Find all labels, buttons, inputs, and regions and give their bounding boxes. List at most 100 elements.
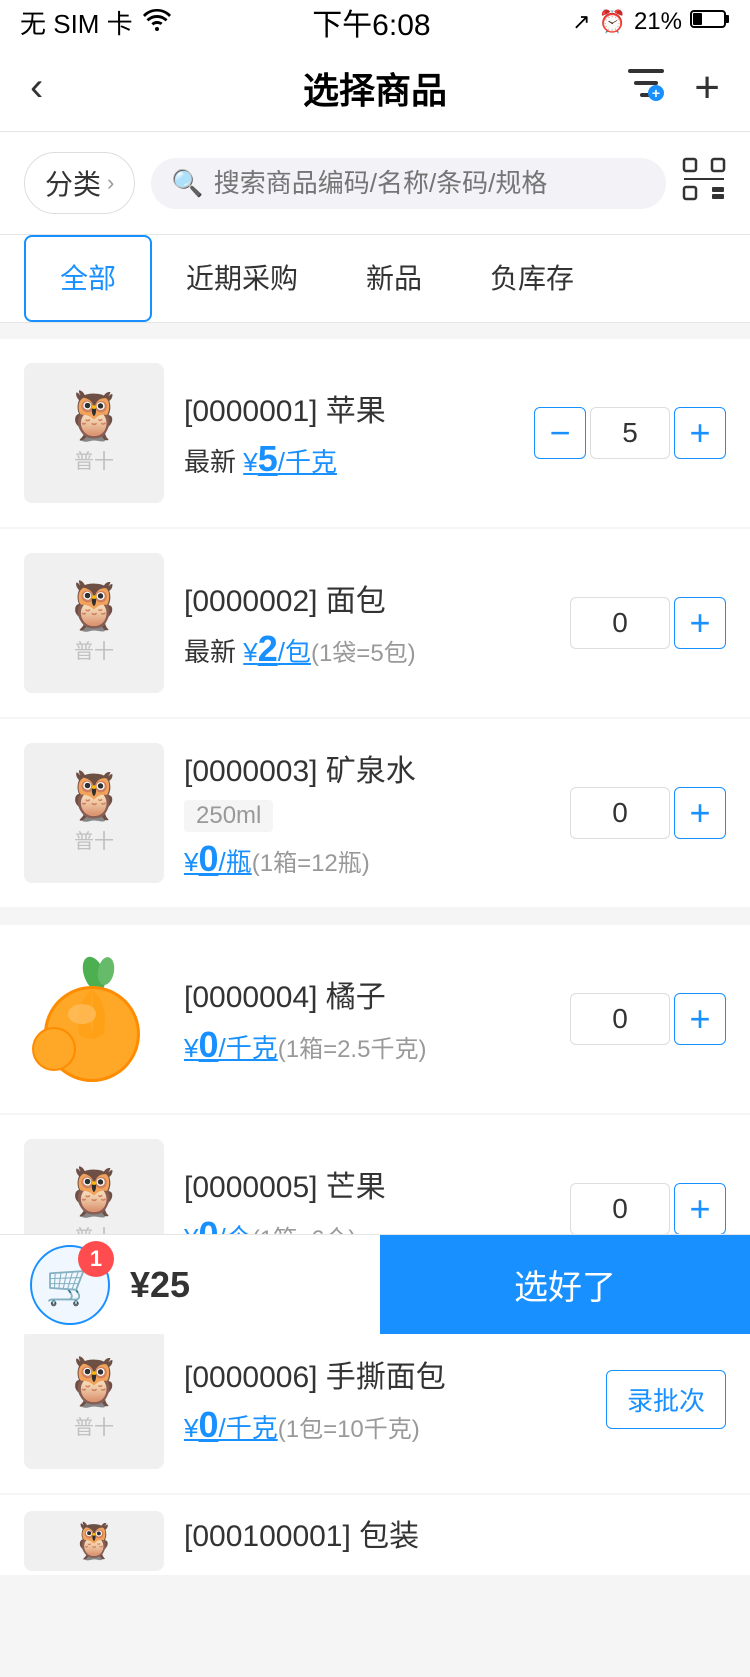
increase-button[interactable]: + bbox=[674, 597, 726, 649]
quantity-input[interactable] bbox=[570, 993, 670, 1045]
tab-negative-stock[interactable]: 负库存 bbox=[456, 235, 608, 322]
cart-badge: 1 bbox=[78, 1241, 114, 1277]
qty-control: − + bbox=[534, 407, 726, 459]
separator bbox=[0, 323, 750, 339]
product-info: [0000001] 苹果 最新 ¥5/千克 bbox=[184, 386, 514, 480]
filter-tabs: 全部 近期采购 新品 负库存 bbox=[0, 235, 750, 323]
owl-icon: 🦉 bbox=[64, 773, 124, 821]
product-info: [0000006] 手撕面包 ¥0/千克(1包=10千克) bbox=[184, 1352, 586, 1446]
tab-all[interactable]: 全部 bbox=[24, 235, 152, 322]
product-name: [0000001] 苹果 bbox=[184, 386, 514, 430]
list-item: 🦉 普十 [0000002] 面包 最新 ¥2/包(1袋=5包) + bbox=[0, 529, 750, 717]
nav-actions: + + bbox=[626, 63, 720, 113]
product-image: 🦉 普十 bbox=[24, 743, 164, 883]
status-right: ↗ ⏰ 21% bbox=[572, 8, 730, 37]
qty-control: + bbox=[570, 993, 726, 1045]
back-button[interactable]: ‹ bbox=[30, 65, 43, 110]
owl-icon: 🦉 bbox=[72, 1523, 117, 1559]
increase-button[interactable]: + bbox=[674, 407, 726, 459]
status-bar: 无 SIM 卡 下午6:08 ↗ ⏰ 21% bbox=[0, 0, 750, 44]
page-title: 选择商品 bbox=[303, 62, 447, 114]
product-name: [000100001] 包装 bbox=[184, 1511, 726, 1555]
nav-bar: ‹ 选择商品 + + bbox=[0, 44, 750, 132]
product-info: [0000004] 橘子 ¥0/千克(1箱=2.5千克) bbox=[184, 972, 550, 1066]
confirm-button[interactable]: 选好了 bbox=[380, 1235, 750, 1334]
product-info: [0000003] 矿泉水 250ml ¥0/瓶(1箱=12瓶) bbox=[184, 746, 550, 880]
tab-new[interactable]: 新品 bbox=[332, 235, 456, 322]
list-item: [0000004] 橘子 ¥0/千克(1箱=2.5千克) + bbox=[0, 925, 750, 1113]
cart-area: 🛒 1 ¥25 bbox=[0, 1245, 380, 1325]
battery-icon bbox=[690, 8, 730, 37]
placeholder-image: 🦉 bbox=[24, 1511, 164, 1571]
increase-button[interactable]: + bbox=[674, 993, 726, 1045]
wifi-icon bbox=[143, 7, 171, 38]
location-icon: ↗ bbox=[572, 9, 590, 35]
product-name: [0000003] 矿泉水 bbox=[184, 746, 550, 790]
search-input-wrap[interactable]: 🔍 bbox=[151, 158, 666, 209]
filter-icon[interactable]: + bbox=[626, 65, 666, 110]
status-left: 无 SIM 卡 bbox=[20, 4, 171, 41]
bottom-spacer bbox=[0, 1577, 750, 1677]
placeholder-image: 🦉 普十 bbox=[24, 1329, 164, 1469]
list-item: 🦉 [000100001] 包装 bbox=[0, 1495, 750, 1575]
product-list: 🦉 普十 [0000001] 苹果 最新 ¥5/千克 − + 🦉 普十 bbox=[0, 339, 750, 1575]
status-time: 下午6:08 bbox=[312, 0, 430, 44]
product-price: ¥0/千克(1箱=2.5千克) bbox=[184, 1024, 550, 1066]
increase-button[interactable]: + bbox=[674, 1183, 726, 1235]
decrease-button[interactable]: − bbox=[534, 407, 586, 459]
product-name: [0000006] 手撕面包 bbox=[184, 1352, 586, 1396]
quantity-input[interactable] bbox=[590, 407, 670, 459]
product-name: [0000005] 芒果 bbox=[184, 1162, 550, 1206]
product-price: 最新 ¥2/包(1袋=5包) bbox=[184, 628, 550, 670]
battery-label: 21% bbox=[634, 8, 682, 36]
placeholder-image: 🦉 普十 bbox=[24, 553, 164, 693]
qty-control: + bbox=[570, 597, 726, 649]
product-image: 🦉 普十 bbox=[24, 553, 164, 693]
qty-control: + bbox=[570, 1183, 726, 1235]
confirm-label: 选好了 bbox=[514, 1260, 616, 1309]
bottom-bar: 🛒 1 ¥25 选好了 bbox=[0, 1234, 750, 1334]
search-bar: 分类 › 🔍 bbox=[0, 132, 750, 235]
cart-total: ¥25 bbox=[130, 1264, 190, 1306]
placeholder-image: 🦉 普十 bbox=[24, 743, 164, 883]
increase-button[interactable]: + bbox=[674, 787, 726, 839]
product-name: [0000002] 面包 bbox=[184, 576, 550, 620]
placeholder-image: 🦉 普十 bbox=[24, 363, 164, 503]
product-info: [000100001] 包装 bbox=[184, 1511, 726, 1563]
quantity-input[interactable] bbox=[570, 1183, 670, 1235]
svg-text:+: + bbox=[652, 85, 660, 101]
product-image: 🦉 bbox=[24, 1511, 164, 1571]
cart-button[interactable]: 🛒 1 bbox=[30, 1245, 110, 1325]
product-price: ¥0/千克(1包=10千克) bbox=[184, 1404, 586, 1446]
owl-icon: 🦉 bbox=[64, 583, 124, 631]
category-button[interactable]: 分类 › bbox=[24, 152, 135, 214]
product-image: 🦉 普十 bbox=[24, 1329, 164, 1469]
chevron-right-icon: › bbox=[107, 170, 114, 196]
search-input[interactable] bbox=[214, 168, 646, 199]
product-spec: 250ml bbox=[184, 800, 273, 832]
scan-icon[interactable] bbox=[682, 157, 726, 210]
owl-icon: 🦉 bbox=[64, 1169, 124, 1217]
product-price: ¥0/瓶(1箱=12瓶) bbox=[184, 838, 550, 880]
product-name: [0000004] 橘子 bbox=[184, 972, 550, 1016]
product-info: [0000002] 面包 最新 ¥2/包(1袋=5包) bbox=[184, 576, 550, 670]
product-image: 🦉 普十 bbox=[24, 363, 164, 503]
qty-control: 录批次 bbox=[606, 1370, 726, 1429]
alarm-icon: ⏰ bbox=[599, 9, 626, 35]
carrier-label: 无 SIM 卡 bbox=[20, 4, 133, 41]
tab-recent[interactable]: 近期采购 bbox=[152, 235, 332, 322]
list-item: 🦉 普十 [0000003] 矿泉水 250ml ¥0/瓶(1箱=12瓶) + bbox=[0, 719, 750, 907]
qty-control: + bbox=[570, 787, 726, 839]
owl-icon: 🦉 bbox=[64, 393, 124, 441]
product-price: 最新 ¥5/千克 bbox=[184, 438, 514, 480]
category-label: 分类 bbox=[45, 163, 101, 203]
separator bbox=[0, 909, 750, 925]
add-icon[interactable]: + bbox=[694, 63, 720, 113]
quantity-input[interactable] bbox=[570, 597, 670, 649]
quantity-input[interactable] bbox=[570, 787, 670, 839]
product-image bbox=[24, 949, 164, 1089]
owl-icon: 🦉 bbox=[64, 1359, 124, 1407]
batch-button[interactable]: 录批次 bbox=[606, 1370, 726, 1429]
list-item: 🦉 普十 [0000001] 苹果 最新 ¥5/千克 − + bbox=[0, 339, 750, 527]
search-icon: 🔍 bbox=[171, 168, 203, 199]
